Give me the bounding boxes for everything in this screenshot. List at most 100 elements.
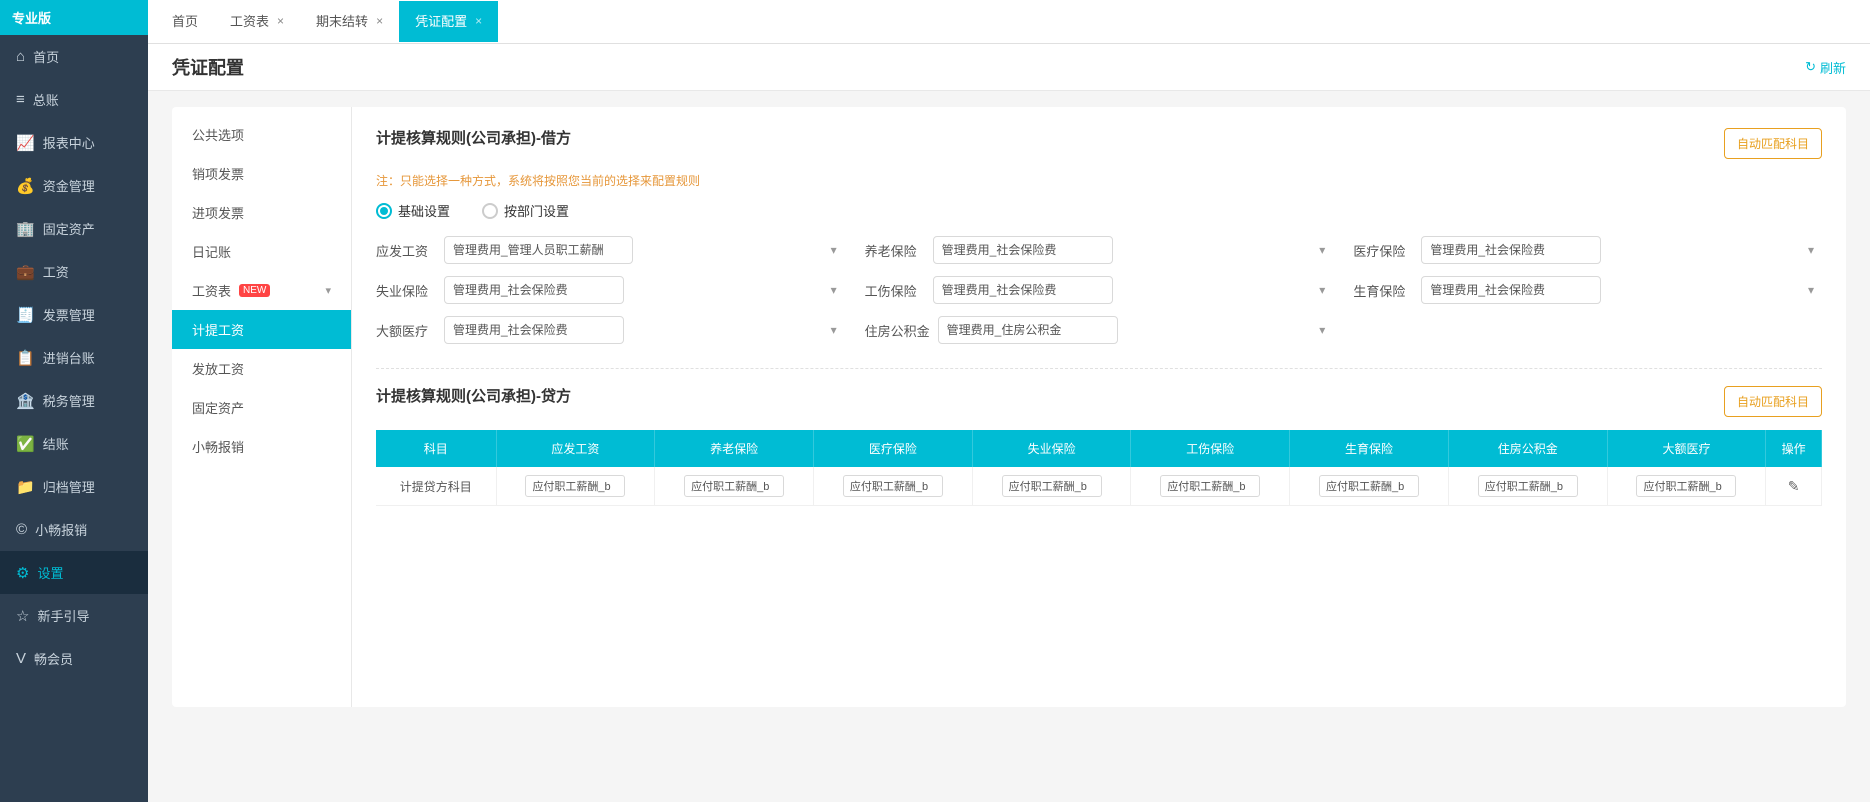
debit-select-5[interactable]: 管理费用_社会保险费 <box>1421 276 1601 304</box>
credit-col-major-medical: 大额医疗 <box>1607 430 1766 467</box>
tab-payroll-table-close[interactable]: × <box>277 14 284 28</box>
tabbar: 首页 工资表 × 期末结转 × 凭证配置 × <box>148 0 1870 44</box>
credit-subject-label: 计提贷方科目 <box>376 467 496 506</box>
credit-section-header: 计提核算规则(公司承担)-贷方 自动匹配科目 <box>376 385 1822 418</box>
sidebar-item-fixed-assets[interactable]: 🏢 固定资产 <box>0 207 148 250</box>
debit-select-1[interactable]: 管理费用_社会保险费 <box>933 236 1113 264</box>
sidebar-item-archive[interactable]: 📁 归档管理 <box>0 465 148 508</box>
tab-payroll-table[interactable]: 工资表 × <box>214 1 300 42</box>
left-nav-accrual-payroll[interactable]: 计提工资 <box>172 310 351 349</box>
left-nav-distribute-payroll[interactable]: 发放工资 <box>172 349 351 388</box>
tab-home[interactable]: 首页 <box>156 1 214 42</box>
debit-select-4[interactable]: 管理费用_社会保险费 <box>933 276 1113 304</box>
table-row: 计提贷方科目 ✎ <box>376 467 1822 506</box>
credit-col-subject: 科目 <box>376 430 496 467</box>
left-nav-fixed-assets[interactable]: 固定资产 <box>172 388 351 427</box>
edit-icon[interactable]: ✎ <box>1788 478 1800 494</box>
credit-section-title: 计提核算规则(公司承担)-贷方 <box>376 385 571 406</box>
credit-cell-housing-fund <box>1448 467 1607 506</box>
radio-basic-setting[interactable]: 基础设置 <box>376 201 450 220</box>
sidebar: 专业版 ⌂ 首页 ≡ 总账 📈 报表中心 💰 资金管理 🏢 固定资产 💼 工资 … <box>0 0 148 802</box>
debit-select-0[interactable]: 管理费用_管理人员职工薪酬 <box>444 236 633 264</box>
sidebar-item-fund-management[interactable]: 💰 资金管理 <box>0 164 148 207</box>
credit-col-operation: 操作 <box>1766 430 1822 467</box>
radio-department-circle <box>482 203 498 219</box>
credit-cell-maternity <box>1290 467 1449 506</box>
credit-input-major-medical[interactable] <box>1636 475 1736 497</box>
sidebar-item-general-ledger[interactable]: ≡ 总账 <box>0 78 148 121</box>
left-nav-public-options[interactable]: 公共选项 <box>172 115 351 154</box>
sidebar-item-xiaochang-report[interactable]: © 小畅报销 <box>0 508 148 551</box>
debit-select-6[interactable]: 管理费用_社会保险费 <box>444 316 624 344</box>
member-icon: V <box>16 650 26 667</box>
new-badge: NEW <box>239 284 270 297</box>
left-nav-purchase-invoice[interactable]: 进项发票 <box>172 193 351 232</box>
debit-select-wrap-5: 管理费用_社会保险费 <box>1421 276 1822 304</box>
debit-label-6: 大额医疗 <box>376 321 436 340</box>
credit-input-medical[interactable] <box>843 475 943 497</box>
debit-form-grid: 应发工资 管理费用_管理人员职工薪酬 养老保险 管理费用 <box>376 236 1822 344</box>
credit-input-payroll[interactable] <box>525 475 625 497</box>
left-nav-xiaochang-expense[interactable]: 小畅报销 <box>172 427 351 466</box>
debit-section: 计提核算规则(公司承担)-借方 自动匹配科目 注：只能选择一种方式，系统将按照您… <box>376 127 1822 344</box>
debit-field-7: 住房公积金 管理费用_住房公积金 <box>865 316 1334 344</box>
credit-cell-operation: ✎ <box>1766 467 1822 506</box>
sidebar-item-settings[interactable]: ⚙ 设置 <box>0 551 148 594</box>
tab-period-closing[interactable]: 期末结转 × <box>300 1 399 42</box>
debit-select-2[interactable]: 管理费用_社会保险费 <box>1421 236 1601 264</box>
debit-select-wrap-1: 管理费用_社会保险费 <box>933 236 1334 264</box>
home-icon: ⌂ <box>16 48 25 65</box>
tab-voucher-config[interactable]: 凭证配置 × <box>399 1 498 42</box>
sidebar-item-tax-management[interactable]: 🏦 税务管理 <box>0 379 148 422</box>
credit-input-pension[interactable] <box>684 475 784 497</box>
sidebar-item-new-guide[interactable]: ☆ 新手引导 <box>0 594 148 637</box>
credit-table: 科目 应发工资 养老保险 医疗保险 失业保险 工伤保险 生育保险 住房公积金 大… <box>376 430 1822 506</box>
left-nav-payroll-table[interactable]: 工资表 NEW ▾ <box>172 271 351 310</box>
tab-voucher-config-close[interactable]: × <box>475 14 482 28</box>
left-nav-sales-invoice[interactable]: 销项发票 <box>172 154 351 193</box>
main-area: 首页 工资表 × 期末结转 × 凭证配置 × 凭证配置 ↻ 刷新 公共选项 <box>148 0 1870 802</box>
refresh-button[interactable]: ↻ 刷新 <box>1805 58 1846 77</box>
debit-label-2: 医疗保险 <box>1353 241 1413 260</box>
left-nav-journal[interactable]: 日记账 <box>172 232 351 271</box>
page-title: 凭证配置 <box>172 54 244 80</box>
sidebar-item-member[interactable]: V 畅会员 <box>0 637 148 680</box>
debit-select-wrap-7: 管理费用_住房公积金 <box>938 316 1334 344</box>
debit-auto-match-button[interactable]: 自动匹配科目 <box>1724 128 1822 159</box>
debit-select-3[interactable]: 管理费用_社会保险费 <box>444 276 624 304</box>
debit-field-1: 养老保险 管理费用_社会保险费 <box>865 236 1334 264</box>
credit-col-payroll: 应发工资 <box>496 430 655 467</box>
credit-col-medical: 医疗保险 <box>814 430 973 467</box>
credit-col-unemployment: 失业保险 <box>972 430 1131 467</box>
debit-section-note: 注：只能选择一种方式，系统将按照您当前的选择来配置规则 <box>376 172 1822 189</box>
guide-icon: ☆ <box>16 607 29 625</box>
debit-label-1: 养老保险 <box>865 241 925 260</box>
sidebar-item-invoice-management[interactable]: 🧾 发票管理 <box>0 293 148 336</box>
chart-icon: ≡ <box>16 91 25 108</box>
sidebar-item-home[interactable]: ⌂ 首页 <box>0 35 148 78</box>
credit-input-work-injury[interactable] <box>1160 475 1260 497</box>
debit-field-2: 医疗保险 管理费用_社会保险费 <box>1353 236 1822 264</box>
debit-field-4: 工伤保险 管理费用_社会保险费 <box>865 276 1334 304</box>
debit-field-6: 大额医疗 管理费用_社会保险费 <box>376 316 845 344</box>
debit-select-7[interactable]: 管理费用_住房公积金 <box>938 316 1118 344</box>
credit-input-maternity[interactable] <box>1319 475 1419 497</box>
credit-cell-work-injury <box>1131 467 1290 506</box>
settlement-icon: ✅ <box>16 435 35 453</box>
invoice-icon: 🧾 <box>16 306 35 324</box>
debit-select-wrap-4: 管理费用_社会保险费 <box>933 276 1334 304</box>
sidebar-item-payroll[interactable]: 💼 工资 <box>0 250 148 293</box>
content-layout: 公共选项 销项发票 进项发票 日记账 工资表 NEW ▾ 计提工资 <box>172 107 1846 707</box>
content-area: 公共选项 销项发票 进项发票 日记账 工资表 NEW ▾ 计提工资 <box>148 91 1870 802</box>
sidebar-item-report-center[interactable]: 📈 报表中心 <box>0 121 148 164</box>
credit-cell-payroll <box>496 467 655 506</box>
sidebar-item-purchase-sales[interactable]: 📋 进销台账 <box>0 336 148 379</box>
credit-auto-match-button[interactable]: 自动匹配科目 <box>1724 386 1822 417</box>
debit-label-7: 住房公积金 <box>865 321 930 340</box>
radio-department-setting[interactable]: 按部门设置 <box>482 201 569 220</box>
section-divider <box>376 368 1822 369</box>
sidebar-item-settlement[interactable]: ✅ 结账 <box>0 422 148 465</box>
credit-input-housing-fund[interactable] <box>1478 475 1578 497</box>
tab-period-closing-close[interactable]: × <box>376 14 383 28</box>
credit-input-unemployment[interactable] <box>1002 475 1102 497</box>
